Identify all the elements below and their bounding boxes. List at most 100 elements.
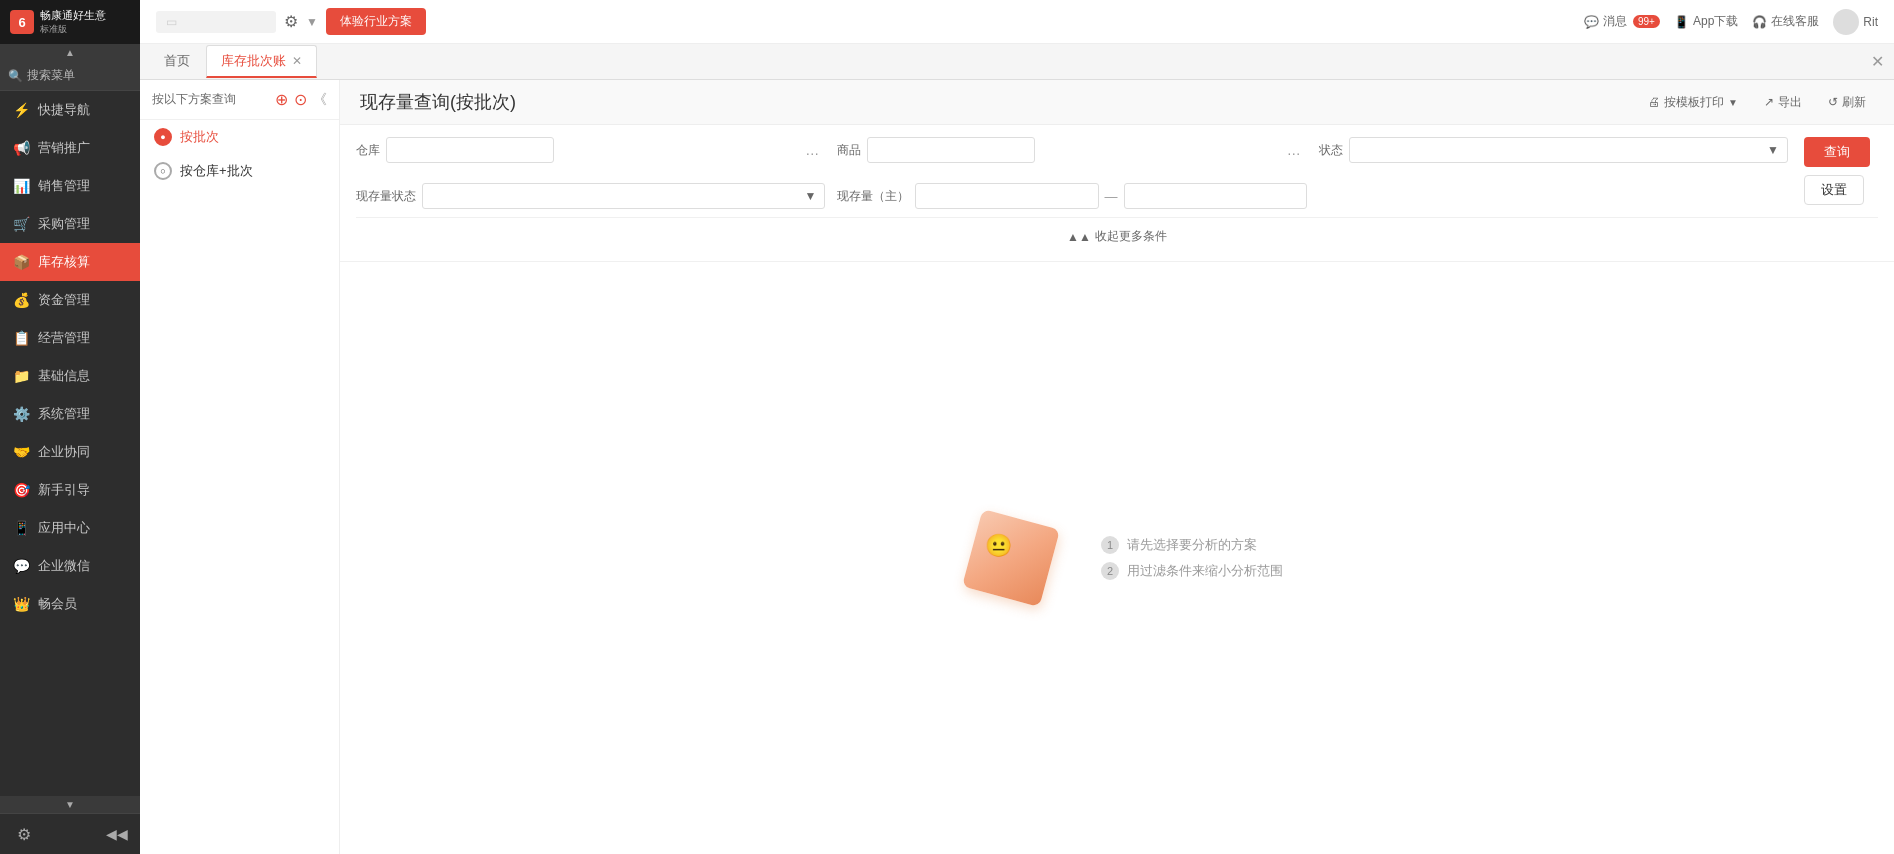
purchase-icon: 🛒 (12, 216, 30, 232)
sidebar-header: 6 畅康通好生意 标准版 (0, 0, 140, 44)
add-plan-icon[interactable]: ⊕ (275, 90, 288, 109)
sidebar-item-system[interactable]: ⚙️ 系统管理 (0, 395, 140, 433)
close-panel-icon[interactable]: ✕ (1871, 52, 1884, 71)
sidebar-item-enterprise[interactable]: 🤝 企业协同 (0, 433, 140, 471)
tab-home[interactable]: 首页 (150, 46, 204, 78)
hint-1-text: 请先选择要分析的方案 (1127, 536, 1257, 554)
plan-warehouse-batch-label: 按仓库+批次 (180, 162, 253, 180)
purchase-label: 采购管理 (38, 215, 90, 233)
sidebar-nav: ⚡ 快捷导航 📢 营销推广 📊 销售管理 🛒 采购管理 📦 库存核算 💰 资金管… (0, 91, 140, 796)
query-button[interactable]: 查询 (1804, 137, 1870, 167)
sidebar: 6 畅康通好生意 标准版 ▲ 🔍 搜索菜单 ⚡ 快捷导航 📢 营销推广 📊 销售… (0, 0, 140, 854)
refresh-icon: ↺ (1828, 95, 1838, 109)
product-input-wrap: … (867, 137, 1306, 163)
tab-close-right: ✕ (1871, 52, 1894, 71)
product-label: 商品 (837, 142, 861, 159)
quantity-main-to-input[interactable] (1124, 183, 1307, 209)
status-select[interactable]: ▼ (1349, 137, 1788, 163)
topbar-right: 💬 消息 99+ 📱 App下载 🎧 在线客服 Rit (1584, 9, 1878, 35)
inventory-status-label: 现存量状态 (356, 188, 416, 205)
quantity-dash: — (1105, 189, 1118, 204)
sidebar-item-member[interactable]: 👑 畅会员 (0, 585, 140, 623)
topbar-search-box[interactable]: ▭ (156, 11, 276, 33)
left-panel-icons: ⊕ ⊙ 《 (275, 90, 327, 109)
sidebar-scroll-up[interactable]: ▲ (0, 44, 140, 61)
status-field: 状态 ▼ (1319, 137, 1788, 163)
warehouse-input[interactable] (386, 137, 554, 163)
settings-gear-icon[interactable]: ⚙ (12, 822, 36, 846)
settings-button[interactable]: 设置 (1804, 175, 1864, 205)
quantity-main-from-input[interactable] (915, 183, 1098, 209)
empty-illustration: 😐 (951, 498, 1071, 618)
filter-actions: 查询 设置 (1796, 137, 1878, 205)
sidebar-item-marketing[interactable]: 📢 营销推广 (0, 129, 140, 167)
product-input[interactable] (867, 137, 1035, 163)
sidebar-item-purchase[interactable]: 🛒 采购管理 (0, 205, 140, 243)
plan-item-batch[interactable]: ● 按批次 (140, 120, 339, 154)
sidebar-item-apps[interactable]: 📱 应用中心 (0, 509, 140, 547)
topbar-left: ▭ ⚙ ▼ 体验行业方案 (156, 8, 1574, 35)
warehouse-label: 仓库 (356, 142, 380, 159)
empty-hints: 1 请先选择要分析的方案 2 用过滤条件来缩小分析范围 (1101, 536, 1283, 580)
enterprise-icon: 🤝 (12, 444, 30, 460)
status-dropdown-icon: ▼ (1767, 143, 1779, 157)
audio-toggle-icon[interactable]: ◀◀ (106, 826, 128, 842)
quantity-main-label: 现存量（主） (837, 188, 909, 205)
tab-close-icon[interactable]: ✕ (292, 54, 302, 68)
download-icon: 📱 (1674, 15, 1689, 29)
sidebar-item-inventory[interactable]: 📦 库存核算 (0, 243, 140, 281)
main-area: ▭ ⚙ ▼ 体验行业方案 💬 消息 99+ 📱 App下载 🎧 在线客服 (140, 0, 1894, 854)
empty-hint-1: 1 请先选择要分析的方案 (1101, 536, 1283, 554)
sidebar-scroll-down[interactable]: ▼ (0, 796, 140, 813)
online-service-button[interactable]: 🎧 在线客服 (1752, 13, 1819, 30)
sidebar-item-basics[interactable]: 📁 基础信息 (0, 357, 140, 395)
sidebar-item-sales[interactable]: 📊 销售管理 (0, 167, 140, 205)
print-dropdown-icon: ▼ (1728, 97, 1738, 108)
member-icon: 👑 (12, 596, 30, 612)
finance-icon: 💰 (12, 292, 30, 308)
tab-inventory-batch[interactable]: 库存批次账 ✕ (206, 45, 317, 78)
topbar-dropdown-icon[interactable]: ▼ (306, 15, 318, 29)
user-avatar-button[interactable]: Rit (1833, 9, 1878, 35)
filter-row-1: 仓库 … 商品 … (356, 137, 1788, 163)
app-info: 畅康通好生意 标准版 (40, 8, 106, 36)
inventory-status-field: 现存量状态 ▼ (356, 183, 825, 209)
plan-batch-icon: ● (154, 128, 172, 146)
inventory-status-dropdown-icon: ▼ (804, 189, 816, 203)
collapse-up-icon: ▲▲ (1067, 230, 1091, 244)
page-title: 现存量查询(按批次) (360, 90, 516, 114)
collapse-label: 收起更多条件 (1095, 228, 1167, 245)
tab-inventory-batch-label: 库存批次账 (221, 52, 286, 70)
left-panel-header: 按以下方案查询 ⊕ ⊙ 《 (140, 80, 339, 120)
sidebar-footer: ⚙ ◀◀ (0, 813, 140, 854)
export-button[interactable]: ↗ 导出 (1756, 91, 1810, 114)
sidebar-item-wechat[interactable]: 💬 企业微信 (0, 547, 140, 585)
left-panel-title: 按以下方案查询 (152, 91, 236, 108)
basics-label: 基础信息 (38, 367, 90, 385)
print-template-button[interactable]: 🖨 按模板打印 ▼ (1640, 91, 1746, 114)
empty-face-icon: 😐 (985, 533, 1012, 559)
messages-label: 消息 (1603, 13, 1627, 30)
app-download-button[interactable]: 📱 App下载 (1674, 13, 1738, 30)
product-dots-icon[interactable]: … (1287, 142, 1301, 158)
collapse-button[interactable]: ▲▲ 收起更多条件 (356, 224, 1878, 249)
refresh-button[interactable]: ↺ 刷新 (1820, 91, 1874, 114)
warehouse-dots-icon[interactable]: … (805, 142, 819, 158)
search-icon: 🔍 (8, 69, 23, 83)
experience-industry-button[interactable]: 体验行业方案 (326, 8, 426, 35)
app-logo: 6 (10, 10, 34, 34)
messages-button[interactable]: 💬 消息 99+ (1584, 13, 1660, 30)
message-icon: 💬 (1584, 15, 1599, 29)
sidebar-item-quick-nav[interactable]: ⚡ 快捷导航 (0, 91, 140, 129)
topbar-settings-icon[interactable]: ⚙ (284, 12, 298, 31)
plan-settings-icon[interactable]: ⊙ (294, 90, 307, 109)
collapse-left-icon[interactable]: 《 (313, 91, 327, 109)
plan-item-warehouse-batch[interactable]: ○ 按仓库+批次 (140, 154, 339, 188)
sidebar-item-finance[interactable]: 💰 资金管理 (0, 281, 140, 319)
sidebar-item-operations[interactable]: 📋 经营管理 (0, 319, 140, 357)
sidebar-item-guide[interactable]: 🎯 新手引导 (0, 471, 140, 509)
messages-badge: 99+ (1633, 15, 1660, 28)
sidebar-search-btn[interactable]: 🔍 搜索菜单 (0, 61, 140, 91)
app-download-label: App下载 (1693, 13, 1738, 30)
inventory-status-select[interactable]: ▼ (422, 183, 825, 209)
